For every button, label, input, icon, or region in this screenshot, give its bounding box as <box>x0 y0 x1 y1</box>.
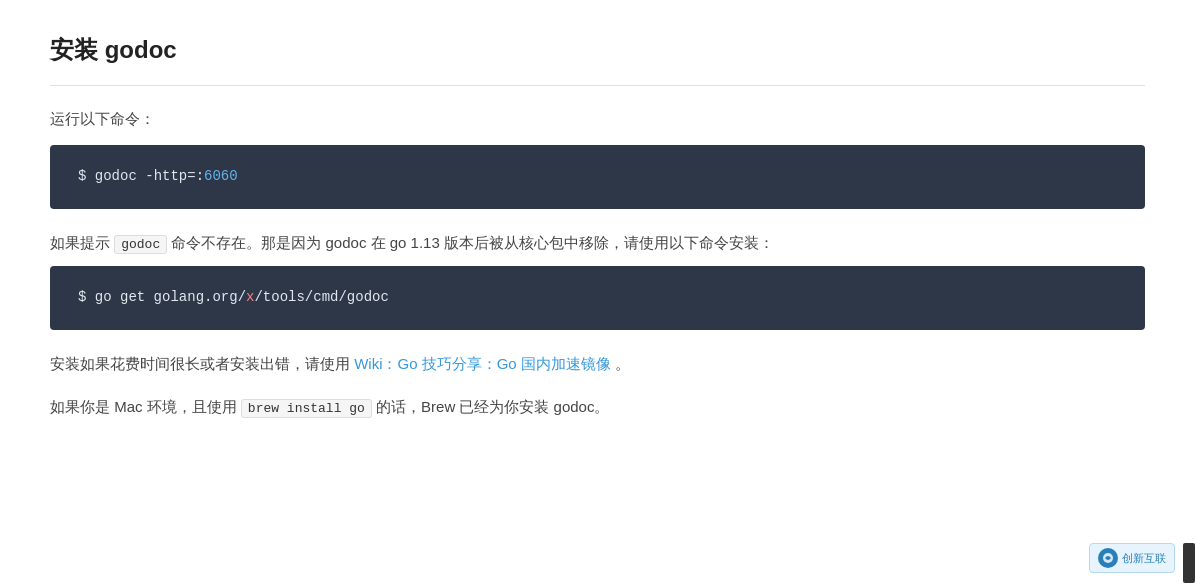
text-before-brew-code: 如果你是 Mac 环境，且使用 <box>50 398 241 415</box>
text-after-brew-code: 的话，Brew 已经为你安装 godoc。 <box>372 398 610 415</box>
logo-area: 创新互联 <box>1089 543 1175 573</box>
code-block-1: $ godoc -http=:6060 <box>50 145 1145 209</box>
code-prompt-2: $ <box>78 289 95 305</box>
code-command-2b: /tools/cmd/godoc <box>254 289 388 305</box>
section3-line1: 安装如果花费时间很长或者安装出错，请使用 Wiki：Go 技巧分享：Go 国内加… <box>50 350 1145 377</box>
wiki-link[interactable]: Wiki：Go 技巧分享：Go 国内加速镜像 <box>354 355 611 372</box>
logo-text: 创新互联 <box>1122 549 1166 568</box>
text-after-link: 。 <box>611 355 630 372</box>
text-before-link: 安装如果花费时间很长或者安装出错，请使用 <box>50 355 354 372</box>
text-before-inline-code: 如果提示 <box>50 234 110 251</box>
scrollbar[interactable] <box>1183 543 1195 583</box>
code-port-1: 6060 <box>204 168 238 184</box>
logo-badge: 创新互联 <box>1089 543 1175 573</box>
section2-paragraph: 如果提示 godoc 命令不存在。那是因为 godoc 在 go 1.13 版本… <box>50 229 1145 256</box>
text-after-inline-code: 命令不存在。那是因为 godoc 在 go 1.13 版本后被从核心包中移除，请… <box>171 234 774 251</box>
code-command-2: go get golang.org/ <box>95 289 246 305</box>
inline-code-brew: brew install go <box>241 399 372 418</box>
intro-text: 运行以下命令： <box>50 106 1145 132</box>
code-command-1: godoc <box>95 168 137 184</box>
code-block-2: $ go get golang.org/x/tools/cmd/godoc <box>50 266 1145 330</box>
page-title: 安装 godoc <box>50 30 1145 86</box>
logo-svg <box>1102 552 1114 564</box>
code-flag-1: -http=: <box>137 168 204 184</box>
section3-line2: 如果你是 Mac 环境，且使用 brew install go 的话，Brew … <box>50 393 1145 420</box>
inline-code-godoc: godoc <box>114 235 167 254</box>
logo-icon <box>1098 548 1118 568</box>
page-container: 安装 godoc 运行以下命令： $ godoc -http=:6060 如果提… <box>0 0 1195 583</box>
code-prompt-1: $ <box>78 168 95 184</box>
